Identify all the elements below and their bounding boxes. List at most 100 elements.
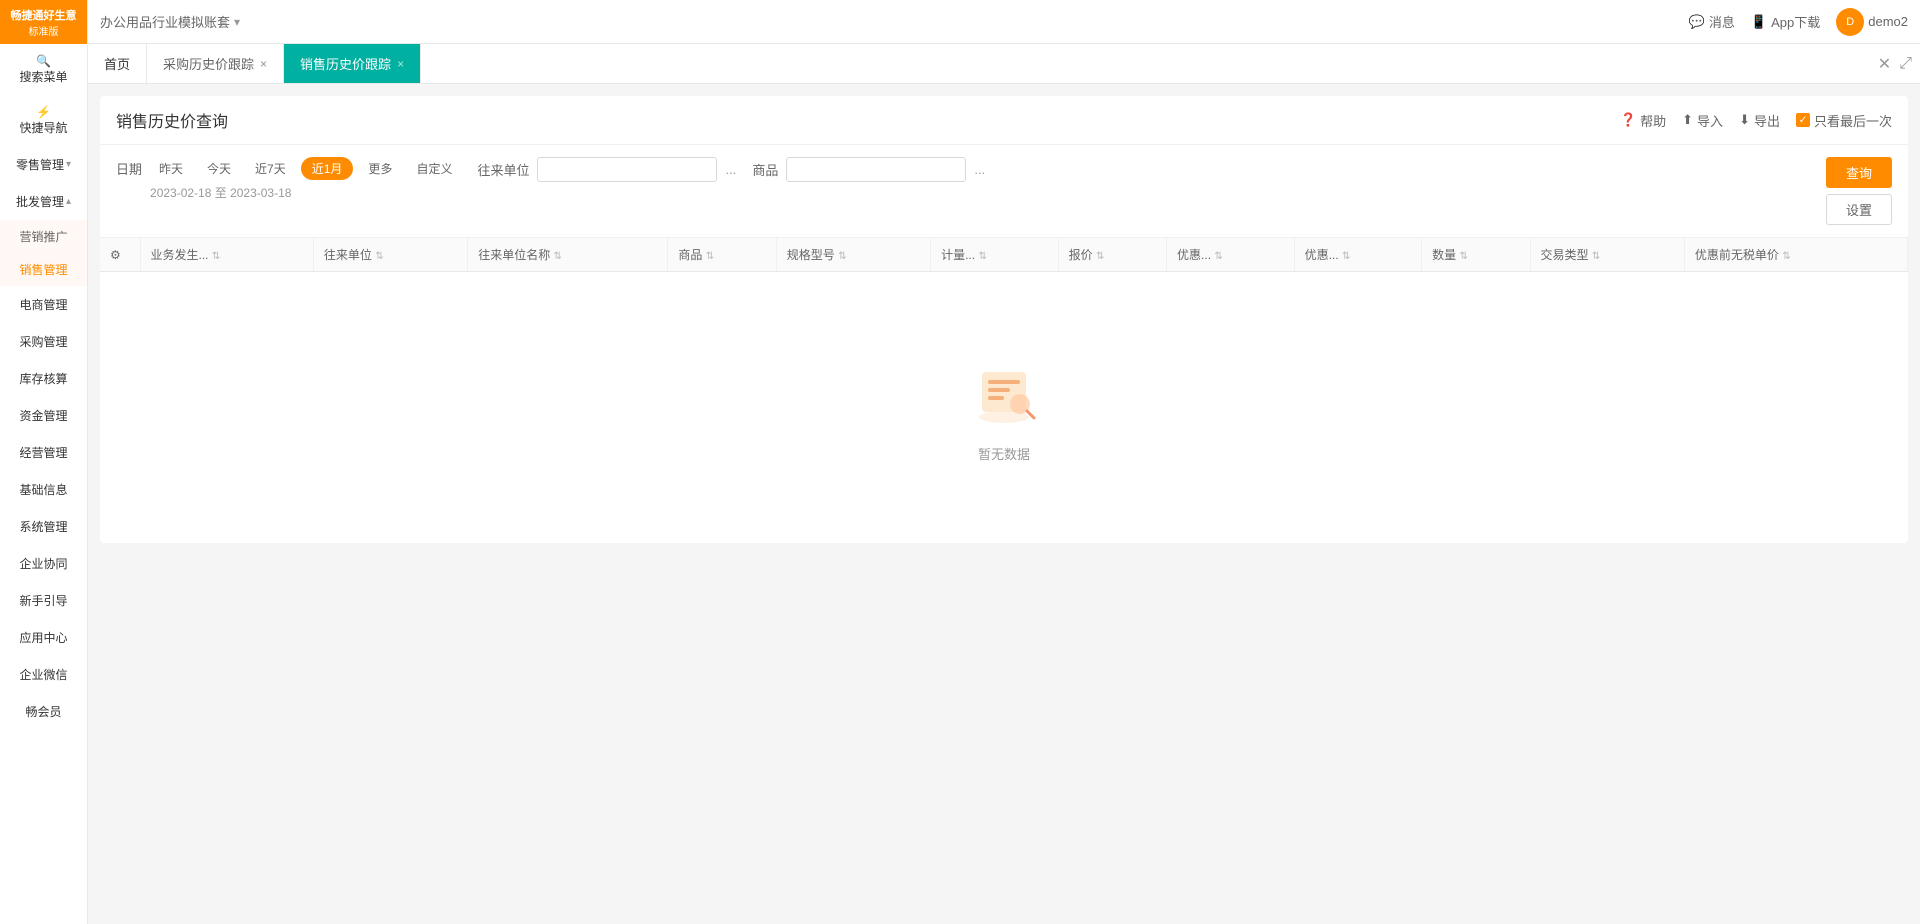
table-container: ⚙ 业务发生... ⇅ 往来单位 ⇅ 往来单位名称 ⇅ [100, 238, 1908, 543]
topbar-dropdown-icon[interactable]: ▾ [234, 15, 240, 29]
th-discount2[interactable]: 优惠... ⇅ [1294, 238, 1422, 272]
sidebar-label-finance: 资金管理 [4, 407, 83, 424]
export-label: 导出 [1754, 111, 1780, 130]
sort-icon-pre-tax-price: ⇅ [1782, 251, 1790, 262]
partner-input[interactable] [537, 157, 717, 182]
sidebar-label-operations: 经营管理 [4, 444, 83, 461]
th-quoted-price[interactable]: 报价 ⇅ [1058, 238, 1166, 272]
main-area: 办公用品行业模拟账套 ▾ 💬 消息 📱 App下载 D demo2 首页 采购历… [88, 0, 1920, 924]
date-label: 日期 [116, 157, 142, 178]
topbar-actions: 💬 消息 📱 App下载 D demo2 [1689, 8, 1908, 36]
sidebar-item-wecom[interactable]: 企业微信 [0, 656, 87, 693]
table-header: ⚙ 业务发生... ⇅ 往来单位 ⇅ 往来单位名称 ⇅ [100, 238, 1908, 272]
sidebar-item-sales[interactable]: 销售管理 [0, 253, 87, 286]
sidebar-item-membership[interactable]: 畅会员 [0, 693, 87, 730]
date-filter: 昨天 今天 近7天 近1月 更多 自定义 2023-02-18 至 2023-0… [150, 157, 461, 201]
sidebar-label-wecom: 企业微信 [4, 666, 83, 683]
app-title-text: 办公用品行业模拟账套 [100, 12, 230, 31]
help-label: 帮助 [1640, 111, 1666, 130]
sidebar-item-search[interactable]: 🔍 搜索菜单 [0, 44, 87, 95]
sidebar-label-wholesale: 批发管理 [16, 193, 64, 210]
th-biz-date[interactable]: 业务发生... ⇅ [140, 238, 313, 272]
sidebar-item-appstore[interactable]: 应用中心 [0, 619, 87, 656]
sort-icon-biz-date: ⇅ [212, 251, 220, 262]
th-spec[interactable]: 规格型号 ⇅ [776, 238, 930, 272]
sort-icon-spec: ⇅ [838, 251, 846, 262]
sidebar-item-wholesale[interactable]: 批发管理 ▴ [0, 183, 87, 220]
tab-home-label: 首页 [104, 54, 130, 73]
message-icon: 💬 [1689, 14, 1705, 30]
product-ellipsis[interactable]: ... [974, 162, 985, 177]
th-unit[interactable]: 计量... ⇅ [931, 238, 1059, 272]
tab-home[interactable]: 首页 [88, 44, 147, 83]
tab-purchase-history[interactable]: 采购历史价跟踪 × [147, 44, 284, 83]
app-download-action[interactable]: 📱 App下载 [1751, 12, 1820, 31]
content-area: 销售历史价查询 ❓ 帮助 ⬆ 导入 ⬇ 导出 ✓ [88, 84, 1920, 924]
th-discount1[interactable]: 优惠... ⇅ [1167, 238, 1295, 272]
sidebar-item-collab[interactable]: 企业协同 [0, 545, 87, 582]
th-quantity[interactable]: 数量 ⇅ [1422, 238, 1530, 272]
sidebar-label-membership: 畅会员 [4, 703, 83, 720]
sidebar-label-basics: 基础信息 [4, 481, 83, 498]
tab-sales-history-label: 销售历史价跟踪 [300, 54, 391, 73]
sidebar-item-quicknav[interactable]: ⚡ 快捷导航 [0, 95, 87, 146]
import-action[interactable]: ⬆ 导入 [1682, 111, 1723, 130]
th-gear[interactable]: ⚙ [100, 238, 140, 272]
only-last-checkbox[interactable]: ✓ 只看最后一次 [1796, 111, 1892, 130]
user-action[interactable]: D demo2 [1836, 8, 1908, 36]
sidebar-item-retail[interactable]: 零售管理 ▾ [0, 146, 87, 183]
sidebar-label-inventory: 库存核算 [4, 370, 83, 387]
date-btn-custom[interactable]: 自定义 [407, 157, 461, 180]
avatar: D [1836, 8, 1864, 36]
date-btn-yesterday[interactable]: 昨天 [150, 157, 192, 180]
data-table: ⚙ 业务发生... ⇅ 往来单位 ⇅ 往来单位名称 ⇅ [100, 238, 1908, 272]
sidebar-item-finance[interactable]: 资金管理 [0, 397, 87, 434]
sidebar-item-marketing[interactable]: 营销推广 [0, 220, 87, 253]
close-tab-icon[interactable]: ✕ [1878, 54, 1891, 74]
sort-icon-product: ⇅ [706, 251, 714, 262]
help-icon: ❓ [1620, 112, 1636, 128]
empty-state: 暂无数据 [100, 272, 1908, 543]
logo-text: 畅捷通好生意 [11, 7, 77, 23]
sidebar-item-basics[interactable]: 基础信息 [0, 471, 87, 508]
filter-bar: 日期 昨天 今天 近7天 近1月 更多 自定义 2023-02-18 至 202… [100, 145, 1908, 238]
date-btn-1month[interactable]: 近1月 [301, 157, 354, 180]
tabs-spacer [421, 44, 1870, 83]
tab-sales-history-close[interactable]: × [397, 57, 404, 71]
query-button[interactable]: 查询 [1826, 157, 1892, 188]
sidebar-label-guide: 新手引导 [4, 592, 83, 609]
sidebar-item-purchase[interactable]: 采购管理 [0, 323, 87, 360]
sidebar-item-guide[interactable]: 新手引导 [0, 582, 87, 619]
sidebar-label-purchase: 采购管理 [4, 333, 83, 350]
partner-ellipsis[interactable]: ... [725, 162, 736, 177]
sidebar-item-inventory[interactable]: 库存核算 [0, 360, 87, 397]
sort-icon-discount1: ⇅ [1214, 251, 1222, 262]
sidebar-item-ecommerce[interactable]: 电商管理 [0, 286, 87, 323]
date-btn-7days[interactable]: 近7天 [246, 157, 295, 180]
sidebar: 畅捷通好生意 标准版 🔍 搜索菜单 ⚡ 快捷导航 零售管理 ▾ 批发管理 ▴ 营… [0, 0, 88, 924]
help-action[interactable]: ❓ 帮助 [1620, 111, 1666, 130]
page-header-actions: ❓ 帮助 ⬆ 导入 ⬇ 导出 ✓ 只看最后一次 [1620, 111, 1892, 130]
date-btn-more[interactable]: 更多 [359, 157, 401, 180]
topbar: 办公用品行业模拟账套 ▾ 💬 消息 📱 App下载 D demo2 [88, 0, 1920, 44]
download-icon: 📱 [1751, 14, 1767, 30]
th-partner-code[interactable]: 往来单位 ⇅ [313, 238, 467, 272]
import-label: 导入 [1697, 111, 1723, 130]
table-header-row: ⚙ 业务发生... ⇅ 往来单位 ⇅ 往来单位名称 ⇅ [100, 238, 1908, 272]
sidebar-item-system[interactable]: 系统管理 [0, 508, 87, 545]
th-pre-tax-price[interactable]: 优惠前无税单价 ⇅ [1684, 238, 1907, 272]
th-partner-name[interactable]: 往来单位名称 ⇅ [468, 238, 668, 272]
tab-purchase-history-close[interactable]: × [260, 57, 267, 71]
date-buttons-row: 昨天 今天 近7天 近1月 更多 自定义 [150, 157, 461, 180]
sort-icon-partner-name: ⇅ [554, 251, 562, 262]
th-product[interactable]: 商品 ⇅ [668, 238, 776, 272]
th-trade-type[interactable]: 交易类型 ⇅ [1530, 238, 1684, 272]
maximize-icon[interactable]: ⤢ [1899, 55, 1912, 73]
export-action[interactable]: ⬇ 导出 [1739, 111, 1780, 130]
message-action[interactable]: 💬 消息 [1689, 12, 1735, 31]
settings-button[interactable]: 设置 [1826, 194, 1892, 225]
sidebar-item-operations[interactable]: 经营管理 [0, 434, 87, 471]
date-btn-today[interactable]: 今天 [198, 157, 240, 180]
product-input[interactable] [786, 157, 966, 182]
tab-sales-history[interactable]: 销售历史价跟踪 × [284, 44, 421, 83]
